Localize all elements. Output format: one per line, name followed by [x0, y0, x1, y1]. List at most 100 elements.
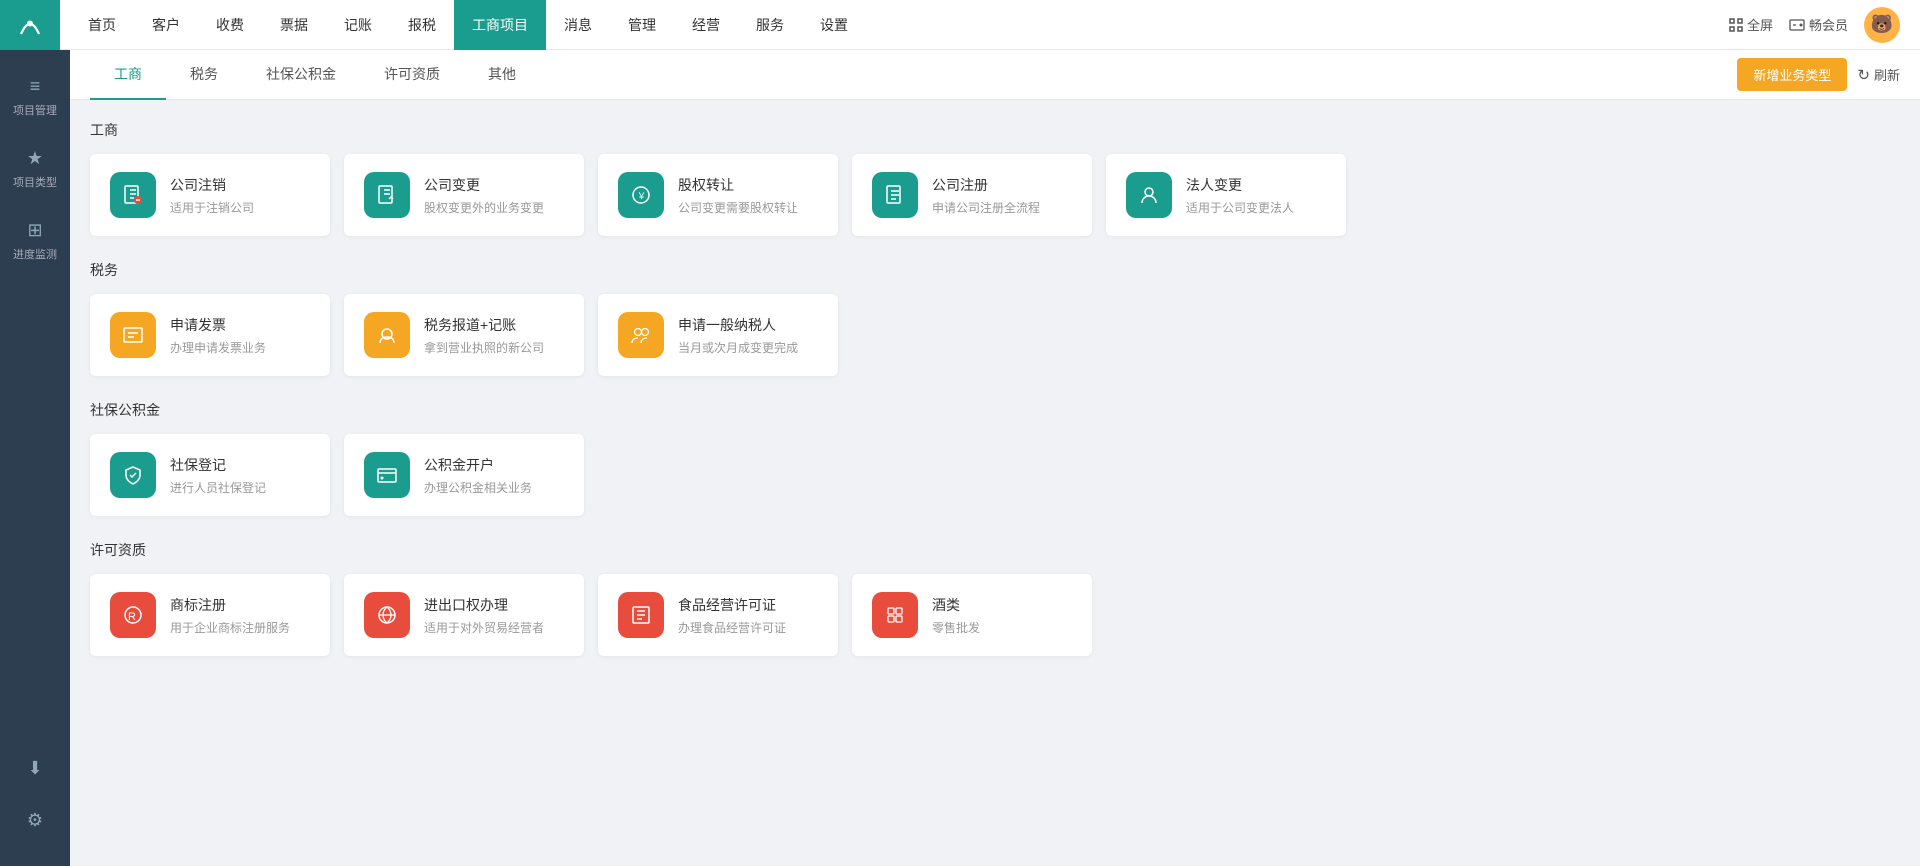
sidebar-item-进度监测[interactable]: ⊞进度监测: [0, 204, 70, 276]
card-desc: 用于企业商标注册服务: [170, 619, 290, 636]
card-税务报道+记账[interactable]: 税务报道+记账拿到营业执照的新公司: [344, 294, 584, 376]
cards-grid: 社保登记进行人员社保登记 公积金开户办理公积金相关业务: [90, 434, 1900, 516]
card-title: 公积金开户: [424, 455, 532, 475]
svg-text:￥: ￥: [637, 191, 646, 201]
sidebar-icon: ≡: [23, 74, 47, 98]
card-icon: R: [110, 592, 156, 638]
nav-item-客户[interactable]: 客户: [134, 0, 198, 50]
card-info: 社保登记进行人员社保登记: [170, 455, 266, 496]
card-desc: 公司变更需要股权转让: [678, 199, 798, 216]
card-食品经营许可证[interactable]: 食品经营许可证办理食品经营许可证: [598, 574, 838, 656]
card-title: 税务报道+记账: [424, 315, 544, 335]
tab-许可资质[interactable]: 许可资质: [360, 50, 464, 100]
nav-item-消息[interactable]: 消息: [546, 0, 610, 50]
card-icon: [110, 312, 156, 358]
nav-item-经营[interactable]: 经营: [674, 0, 738, 50]
card-title: 商标注册: [170, 595, 290, 615]
sidebar-bottom-settings[interactable]: ⚙: [0, 794, 70, 846]
card-desc: 适用于公司变更法人: [1186, 199, 1294, 216]
card-title: 社保登记: [170, 455, 266, 475]
card-公积金开户[interactable]: 公积金开户办理公积金相关业务: [344, 434, 584, 516]
nav-item-首页[interactable]: 首页: [70, 0, 134, 50]
logo: [0, 0, 60, 50]
sidebar-bottom-download[interactable]: ⬇: [0, 742, 70, 794]
card-info: 公司变更股权变更外的业务变更: [424, 175, 544, 216]
card-desc: 进行人员社保登记: [170, 479, 266, 496]
card-info: 酒类零售批发: [932, 595, 980, 636]
card-info: 食品经营许可证办理食品经营许可证: [678, 595, 786, 636]
nav-item-票据[interactable]: 票据: [262, 0, 326, 50]
nav-item-报税[interactable]: 报税: [390, 0, 454, 50]
refresh-button[interactable]: ↻ 刷新: [1857, 65, 1900, 84]
card-股权转让[interactable]: ￥ 股权转让公司变更需要股权转让: [598, 154, 838, 236]
card-法人变更[interactable]: 法人变更适用于公司变更法人: [1106, 154, 1346, 236]
section-title: 税务: [90, 260, 1900, 280]
nav-item-收费[interactable]: 收费: [198, 0, 262, 50]
nav-right: 全屏 畅会员 🐻: [1729, 7, 1900, 43]
section-许可资质: 许可资质 R 商标注册用于企业商标注册服务 进出口权办理适用于对外贸易经营者 食品经营许…: [90, 540, 1900, 656]
nav-item-工商项目[interactable]: 工商项目: [454, 0, 546, 50]
card-进出口权办理[interactable]: 进出口权办理适用于对外贸易经营者: [344, 574, 584, 656]
card-icon: [872, 592, 918, 638]
section-title: 许可资质: [90, 540, 1900, 560]
card-desc: 办理申请发票业务: [170, 339, 266, 356]
section-title: 社保公积金: [90, 400, 1900, 420]
card-title: 公司注册: [932, 175, 1040, 195]
card-desc: 股权变更外的业务变更: [424, 199, 544, 216]
tab-工商[interactable]: 工商: [90, 50, 166, 100]
card-info: 法人变更适用于公司变更法人: [1186, 175, 1294, 216]
card-icon: [110, 452, 156, 498]
card-info: 申请发票办理申请发票业务: [170, 315, 266, 356]
card-icon: [618, 312, 664, 358]
card-desc: 零售批发: [932, 619, 980, 636]
nav-item-设置[interactable]: 设置: [802, 0, 866, 50]
content-area: 工商税务社保公积金许可资质其他 新增业务类型 ↻ 刷新 工商公司注销适用于注销公…: [70, 50, 1920, 866]
new-type-button[interactable]: 新增业务类型: [1737, 58, 1847, 91]
card-title: 股权转让: [678, 175, 798, 195]
sidebar-item-项目类型[interactable]: ★项目类型: [0, 132, 70, 204]
card-公司注销[interactable]: 公司注销适用于注销公司: [90, 154, 330, 236]
card-info: 商标注册用于企业商标注册服务: [170, 595, 290, 636]
cards-grid: 公司注销适用于注销公司 公司变更股权变更外的业务变更 ￥ 股权转让公司变更需要股权转让…: [90, 154, 1900, 236]
sidebar-item-项目管理[interactable]: ≡项目管理: [0, 60, 70, 132]
card-社保登记[interactable]: 社保登记进行人员社保登记: [90, 434, 330, 516]
nav-item-记账[interactable]: 记账: [326, 0, 390, 50]
card-desc: 当月或次月成变更完成: [678, 339, 798, 356]
section-title: 工商: [90, 120, 1900, 140]
tab-其他[interactable]: 其他: [464, 50, 540, 100]
top-nav: 首页客户收费票据记账报税工商项目消息管理经营服务设置 全屏 畅会员 🐻: [0, 0, 1920, 50]
card-公司注册[interactable]: 公司注册申请公司注册全流程: [852, 154, 1092, 236]
tab-社保公积金[interactable]: 社保公积金: [242, 50, 360, 100]
nav-item-服务[interactable]: 服务: [738, 0, 802, 50]
nav-item-管理[interactable]: 管理: [610, 0, 674, 50]
card-icon: [618, 592, 664, 638]
card-title: 酒类: [932, 595, 980, 615]
sidebar: ≡项目管理★项目类型⊞进度监测 ⬇ ⚙: [0, 50, 70, 866]
fullscreen-btn[interactable]: 全屏: [1729, 15, 1773, 34]
card-info: 股权转让公司变更需要股权转让: [678, 175, 798, 216]
card-icon: [1126, 172, 1172, 218]
section-社保公积金: 社保公积金社保登记进行人员社保登记 公积金开户办理公积金相关业务: [90, 400, 1900, 516]
card-title: 公司注销: [170, 175, 254, 195]
mascot-avatar: 🐻: [1864, 7, 1900, 43]
card-酒类[interactable]: 酒类零售批发: [852, 574, 1092, 656]
section-工商: 工商公司注销适用于注销公司 公司变更股权变更外的业务变更 ￥ 股权转让公司变更需要股权…: [90, 120, 1900, 236]
card-申请发票[interactable]: 申请发票办理申请发票业务: [90, 294, 330, 376]
member-btn[interactable]: 畅会员: [1789, 15, 1848, 34]
card-title: 申请发票: [170, 315, 266, 335]
card-申请一般纳税人[interactable]: 申请一般纳税人当月或次月成变更完成: [598, 294, 838, 376]
scroll-content[interactable]: 工商公司注销适用于注销公司 公司变更股权变更外的业务变更 ￥ 股权转让公司变更需要股权…: [70, 100, 1920, 866]
cards-grid: R 商标注册用于企业商标注册服务 进出口权办理适用于对外贸易经营者 食品经营许可证办理…: [90, 574, 1900, 656]
card-title: 申请一般纳税人: [678, 315, 798, 335]
card-公司变更[interactable]: 公司变更股权变更外的业务变更: [344, 154, 584, 236]
tab-税务[interactable]: 税务: [166, 50, 242, 100]
card-desc: 办理公积金相关业务: [424, 479, 532, 496]
card-icon: ￥: [618, 172, 664, 218]
card-info: 公积金开户办理公积金相关业务: [424, 455, 532, 496]
sidebar-bottom-icon: ⚙: [23, 808, 47, 832]
card-商标注册[interactable]: R 商标注册用于企业商标注册服务: [90, 574, 330, 656]
cards-grid: 申请发票办理申请发票业务税务报道+记账拿到营业执照的新公司申请一般纳税人当月或次…: [90, 294, 1900, 376]
card-desc: 办理食品经营许可证: [678, 619, 786, 636]
section-税务: 税务申请发票办理申请发票业务税务报道+记账拿到营业执照的新公司申请一般纳税人当月…: [90, 260, 1900, 376]
card-icon: [364, 452, 410, 498]
